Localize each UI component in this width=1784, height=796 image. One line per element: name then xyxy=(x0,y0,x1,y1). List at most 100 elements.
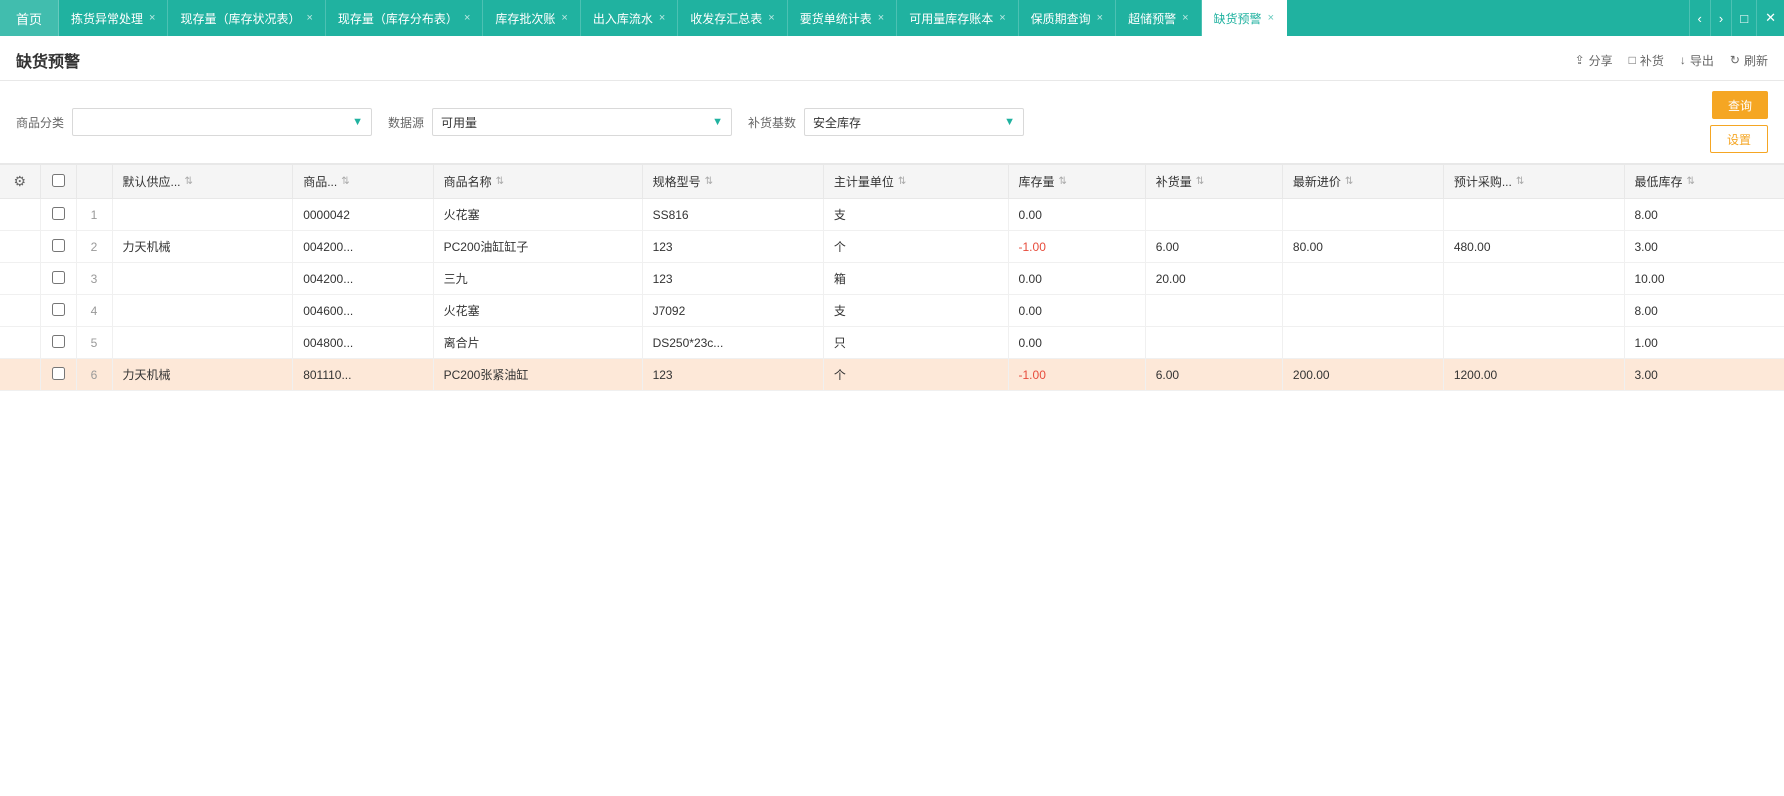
export-button[interactable]: ↓ 导出 xyxy=(1680,52,1714,69)
refresh-button[interactable]: ↻ 刷新 xyxy=(1730,52,1768,69)
replenish-base-select[interactable]: 安全库存 ▼ xyxy=(804,108,1024,136)
tab-abnormal[interactable]: 拣货异常处理 × xyxy=(59,0,168,36)
row-checkbox-3[interactable] xyxy=(52,303,65,316)
sort-unit-icon[interactable]: ⇅ xyxy=(898,176,906,187)
td-stock-5: -1.00 xyxy=(1008,359,1145,391)
tab-inventory-dist[interactable]: 现存量（库存分布表） × xyxy=(326,0,483,36)
tab-close-overstock[interactable]: × xyxy=(1182,12,1188,24)
tab-available-ledger[interactable]: 可用量库存账本 × xyxy=(897,0,1018,36)
data-table-container: ⚙ 默认供应... ⇅ 商品... xyxy=(0,164,1784,391)
row-checkbox-1[interactable] xyxy=(52,239,65,252)
select-all-checkbox[interactable] xyxy=(52,174,65,187)
tab-overstock[interactable]: 超储预警 × xyxy=(1116,0,1201,36)
sort-min-stock-icon[interactable]: ⇅ xyxy=(1687,176,1695,187)
share-button[interactable]: ⇪ 分享 xyxy=(1575,52,1613,69)
replenish-button[interactable]: □ 补货 xyxy=(1629,52,1664,69)
td-product-code-1: 004200... xyxy=(293,231,433,263)
td-replenish-0 xyxy=(1145,199,1282,231)
td-spec-5: 123 xyxy=(642,359,823,391)
td-index-0: 1 xyxy=(76,199,112,231)
row-checkbox-4[interactable] xyxy=(52,335,65,348)
sort-spec-icon[interactable]: ⇅ xyxy=(705,176,713,187)
tab-close-abnormal[interactable]: × xyxy=(149,12,155,24)
category-select[interactable]: ▼ xyxy=(72,108,372,136)
tab-close-demand-stats[interactable]: × xyxy=(878,12,884,24)
tab-shortage[interactable]: 缺货预警 × xyxy=(1202,0,1287,36)
sort-product-code-icon[interactable]: ⇅ xyxy=(341,176,349,187)
tab-demand-stats[interactable]: 要货单统计表 × xyxy=(788,0,897,36)
tab-close-inventory-dist[interactable]: × xyxy=(464,12,470,24)
td-replenish-2: 20.00 xyxy=(1145,263,1282,295)
td-checkbox-2 xyxy=(40,263,76,295)
td-index-5: 6 xyxy=(76,359,112,391)
td-checkbox-3 xyxy=(40,295,76,327)
td-stock-0: 0.00 xyxy=(1008,199,1145,231)
td-product-name-5: PC200张紧油缸 xyxy=(433,359,642,391)
th-product-code: 商品... ⇅ xyxy=(293,165,433,199)
td-replenish-1: 6.00 xyxy=(1145,231,1282,263)
tab-restore-button[interactable]: □ xyxy=(1731,0,1756,36)
tab-close-expiry-query[interactable]: × xyxy=(1097,12,1103,24)
table-row: 3 004200... 三九 123 箱 0.00 20.00 10.00 xyxy=(0,263,1784,295)
sort-supplier-icon[interactable]: ⇅ xyxy=(185,176,193,187)
share-icon: ⇪ xyxy=(1575,53,1585,67)
export-icon: ↓ xyxy=(1680,53,1686,67)
td-unit-0: 支 xyxy=(823,199,1008,231)
table-settings-icon[interactable]: ⚙ xyxy=(13,173,26,189)
td-est-purchase-3 xyxy=(1443,295,1624,327)
td-unit-3: 支 xyxy=(823,295,1008,327)
th-min-stock: 最低库存 ⇅ xyxy=(1624,165,1784,199)
tab-close-batch-account[interactable]: × xyxy=(561,12,567,24)
category-filter-group: 商品分类 ▼ xyxy=(16,108,372,136)
tab-batch-account[interactable]: 库存批次账 × xyxy=(483,0,580,36)
td-index-4: 5 xyxy=(76,327,112,359)
tab-inout-flow[interactable]: 出入库流水 × xyxy=(581,0,678,36)
refresh-icon: ↻ xyxy=(1730,53,1740,67)
sort-replenish-icon[interactable]: ⇅ xyxy=(1196,176,1204,187)
td-min-stock-5: 3.00 xyxy=(1624,359,1784,391)
td-est-purchase-0 xyxy=(1443,199,1624,231)
filter-action-area: 查询 设置 xyxy=(1710,91,1768,153)
sort-latest-price-icon[interactable]: ⇅ xyxy=(1345,176,1353,187)
td-latest-price-5: 200.00 xyxy=(1282,359,1443,391)
datasource-dropdown-icon: ▼ xyxy=(712,116,723,128)
row-checkbox-0[interactable] xyxy=(52,207,65,220)
tab-next-button[interactable]: › xyxy=(1710,0,1731,36)
td-latest-price-0 xyxy=(1282,199,1443,231)
sort-product-name-icon[interactable]: ⇅ xyxy=(496,176,504,187)
tab-inventory-status[interactable]: 现存量（库存状况表） × xyxy=(168,0,325,36)
td-settings-1 xyxy=(0,231,40,263)
tab-expiry-query[interactable]: 保质期查询 × xyxy=(1019,0,1116,36)
tab-nav-controls: ‹ › □ ✕ xyxy=(1689,0,1784,36)
settings-button[interactable]: 设置 xyxy=(1710,125,1768,153)
sort-stock-icon[interactable]: ⇅ xyxy=(1059,176,1067,187)
tab-prev-button[interactable]: ‹ xyxy=(1689,0,1710,36)
tab-close-recv-summary[interactable]: × xyxy=(768,12,774,24)
tab-recv-summary[interactable]: 收发存汇总表 × xyxy=(678,0,787,36)
td-index-3: 4 xyxy=(76,295,112,327)
tab-close-inventory-status[interactable]: × xyxy=(306,12,312,24)
table-body: 1 0000042 火花塞 SS816 支 0.00 8.00 2 力天机械 0… xyxy=(0,199,1784,391)
query-button[interactable]: 查询 xyxy=(1712,91,1768,119)
filter-main-row: 商品分类 ▼ 数据源 可用量 ▼ 补货基数 安全库存 ▼ xyxy=(0,81,1784,163)
data-table: ⚙ 默认供应... ⇅ 商品... xyxy=(0,164,1784,391)
tab-close-available-ledger[interactable]: × xyxy=(999,12,1005,24)
row-checkbox-5[interactable] xyxy=(52,367,65,380)
tab-close-shortage[interactable]: × xyxy=(1268,12,1274,24)
td-unit-4: 只 xyxy=(823,327,1008,359)
tab-home[interactable]: 首页 xyxy=(0,0,59,36)
td-latest-price-2 xyxy=(1282,263,1443,295)
td-supplier-4 xyxy=(112,327,293,359)
filter-section: 商品分类 ▼ 数据源 可用量 ▼ 补货基数 安全库存 ▼ xyxy=(0,81,1784,164)
td-stock-3: 0.00 xyxy=(1008,295,1145,327)
row-checkbox-2[interactable] xyxy=(52,271,65,284)
td-supplier-1: 力天机械 xyxy=(112,231,293,263)
category-dropdown-icon: ▼ xyxy=(352,116,363,128)
datasource-select[interactable]: 可用量 ▼ xyxy=(432,108,732,136)
table-row: 1 0000042 火花塞 SS816 支 0.00 8.00 xyxy=(0,199,1784,231)
tab-close-inout-flow[interactable]: × xyxy=(659,12,665,24)
page-header: 缺货预警 ⇪ 分享 □ 补货 ↓ 导出 ↻ 刷新 xyxy=(0,36,1784,81)
sort-est-purchase-icon[interactable]: ⇅ xyxy=(1516,176,1524,187)
tab-close-all-button[interactable]: ✕ xyxy=(1756,0,1784,36)
td-unit-2: 箱 xyxy=(823,263,1008,295)
